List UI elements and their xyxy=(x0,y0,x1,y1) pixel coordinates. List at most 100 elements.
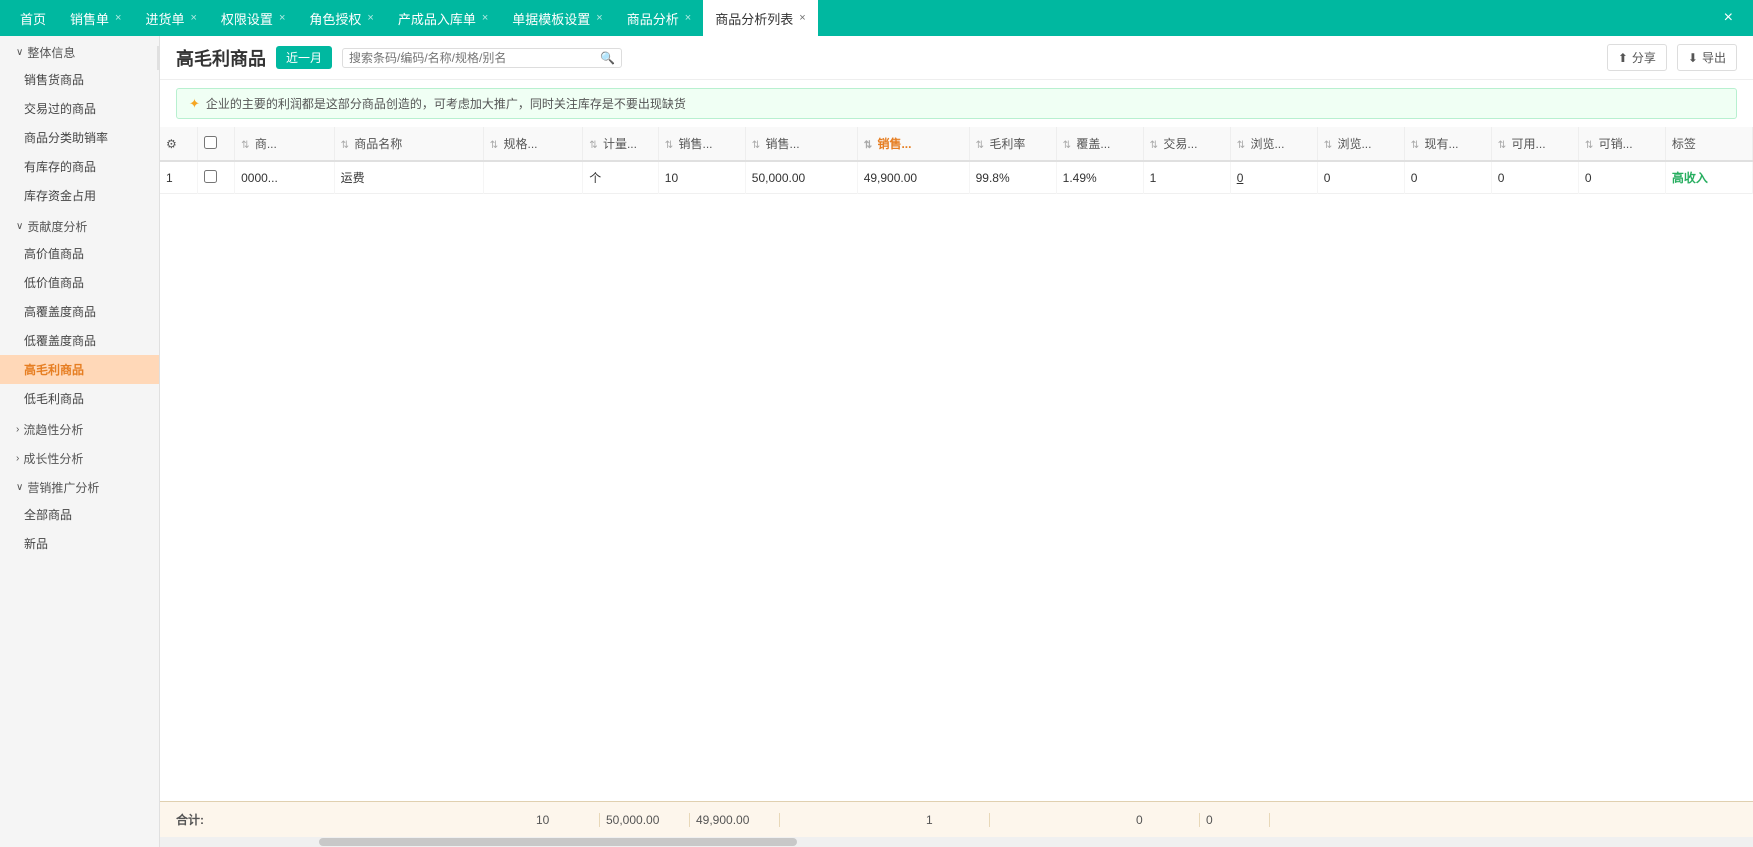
footer-cell-11: 0 xyxy=(1130,813,1200,827)
sidebar-item-high-coverage[interactable]: 高覆盖度商品 xyxy=(0,297,159,326)
sidebar-item-new-goods[interactable]: 新品 xyxy=(0,529,159,558)
main-layout: « ∨ 整体信息 销售货商品 交易过的商品 商品分类助销率 有库存的商品 库存资… xyxy=(0,36,1753,847)
nav-sales-close[interactable]: × xyxy=(115,12,121,24)
sidebar-item-low-value[interactable]: 低价值商品 xyxy=(0,268,159,297)
row-sales2: 50,000.00 xyxy=(745,161,857,194)
col-name[interactable]: ⇅ 商品名称 xyxy=(334,127,483,161)
sidebar-item-all-goods[interactable]: 全部商品 xyxy=(0,500,159,529)
data-table: ⚙ ⇅ 商... ⇅ 商品名称 xyxy=(160,127,1753,194)
sidebar-item-traded-goods[interactable]: 交易过的商品 xyxy=(0,94,159,123)
sidebar-group-marketing-arrow: ∨ xyxy=(16,482,23,493)
row-sales3: 49,900.00 xyxy=(857,161,969,194)
row-coverage: 1.49% xyxy=(1056,161,1143,194)
col-browse2[interactable]: ⇅ 浏览... xyxy=(1317,127,1404,161)
sidebar-group-marketing[interactable]: ∨ 营销推广分析 xyxy=(0,471,159,500)
row-browse1[interactable]: 0 xyxy=(1230,161,1317,194)
page-title: 高毛利商品 xyxy=(176,45,266,71)
nav-roles-close[interactable]: × xyxy=(367,12,373,24)
nav-purchase-close[interactable]: × xyxy=(190,12,196,24)
nav-template-settings-close[interactable]: × xyxy=(596,12,602,24)
window-close-button[interactable]: × xyxy=(1712,9,1745,27)
sidebar-group-trend-arrow: › xyxy=(16,424,19,435)
export-icon: ⬇ xyxy=(1688,51,1698,65)
footer-cell-3: 10 xyxy=(530,813,600,827)
col-transactions[interactable]: ⇅ 交易... xyxy=(1143,127,1230,161)
sidebar-item-category-sales-rate[interactable]: 商品分类助销率 xyxy=(0,123,159,152)
sidebar-item-high-value[interactable]: 高价值商品 xyxy=(0,239,159,268)
col-browse1[interactable]: ⇅ 浏览... xyxy=(1230,127,1317,161)
row-code[interactable]: 0000... xyxy=(235,161,334,194)
col-available[interactable]: ⇅ 可用... xyxy=(1491,127,1578,161)
export-button[interactable]: ⬇ 导出 xyxy=(1677,44,1737,71)
sidebar-item-low-margin[interactable]: 低毛利商品 xyxy=(0,384,159,413)
search-icon[interactable]: 🔍 xyxy=(600,51,615,65)
col-unit[interactable]: ⇅ 计量... xyxy=(583,127,659,161)
scrollbar-thumb[interactable] xyxy=(319,838,797,846)
row-transactions: 1 xyxy=(1143,161,1230,194)
col-spec[interactable]: ⇅ 规格... xyxy=(483,127,582,161)
content-area: 高毛利商品 近一月 🔍 ⬆ 分享 ⬇ 导出 ✦ 企业的主要的利润都是这部分商品创… xyxy=(160,36,1753,847)
row-name: 运费 xyxy=(334,161,483,194)
search-input[interactable] xyxy=(349,51,596,65)
row-available: 0 xyxy=(1491,161,1578,194)
nav-product-analysis-close[interactable]: × xyxy=(685,12,691,24)
col-sales2[interactable]: ⇅ 销售... xyxy=(745,127,857,161)
tip-bar: ✦ 企业的主要的利润都是这部分商品创造的，可考虑加大推广，同时关注库存是不要出现… xyxy=(176,88,1737,119)
top-navigation: 首页 销售单 × 进货单 × 权限设置 × 角色授权 × 产成品入库单 × 单据… xyxy=(0,0,1753,36)
sidebar-group-growth-arrow: › xyxy=(16,453,19,464)
col-code[interactable]: ⇅ 商... xyxy=(235,127,334,161)
nav-finished-goods[interactable]: 产成品入库单 × xyxy=(386,0,500,36)
sidebar-item-low-coverage[interactable]: 低覆盖度商品 xyxy=(0,326,159,355)
select-all-checkbox[interactable] xyxy=(204,136,217,149)
col-settings[interactable]: ⚙ xyxy=(160,127,197,161)
tip-text: 企业的主要的利润都是这部分商品创造的，可考虑加大推广，同时关注库存是不要出现缺货 xyxy=(206,95,686,112)
row-select-checkbox[interactable] xyxy=(204,170,217,183)
col-coverage[interactable]: ⇅ 覆盖... xyxy=(1056,127,1143,161)
sidebar-group-growth[interactable]: › 成长性分析 xyxy=(0,442,159,471)
nav-permissions[interactable]: 权限设置 × xyxy=(209,0,297,36)
nav-template-settings[interactable]: 单据模板设置 × xyxy=(500,0,614,36)
sidebar-collapse-button[interactable]: « xyxy=(157,46,160,70)
sidebar: « ∨ 整体信息 销售货商品 交易过的商品 商品分类助销率 有库存的商品 库存资… xyxy=(0,36,160,847)
col-sellable[interactable]: ⇅ 可销... xyxy=(1578,127,1665,161)
date-filter-button[interactable]: 近一月 xyxy=(276,46,332,69)
col-sales3[interactable]: ⇅ 销售... xyxy=(857,127,969,161)
row-gross-rate: 99.8% xyxy=(969,161,1056,194)
search-box: 🔍 xyxy=(342,48,622,68)
sidebar-item-sales-goods[interactable]: 销售货商品 xyxy=(0,65,159,94)
horizontal-scrollbar[interactable] xyxy=(160,837,1753,847)
col-tag[interactable]: 标签 xyxy=(1665,127,1752,161)
col-checkbox[interactable] xyxy=(197,127,234,161)
row-tag: 高收入 xyxy=(1665,161,1752,194)
col-current[interactable]: ⇅ 现有... xyxy=(1404,127,1491,161)
footer-cells: 10 50,000.00 49,900.00 1 0 0 xyxy=(220,813,1737,827)
nav-purchase[interactable]: 进货单 × xyxy=(133,0,208,36)
sidebar-group-trend[interactable]: › 流趋性分析 xyxy=(0,413,159,442)
nav-product-analysis[interactable]: 商品分析 × xyxy=(615,0,703,36)
table-row: 1 0000... 运费 个 10 50,000.00 49,900.00 99… xyxy=(160,161,1753,194)
table-header-row: ⚙ ⇅ 商... ⇅ 商品名称 xyxy=(160,127,1753,161)
row-sales1: 10 xyxy=(658,161,745,194)
sidebar-group-overall-arrow: ∨ xyxy=(16,47,23,58)
share-icon: ⬆ xyxy=(1618,51,1628,65)
nav-finished-goods-close[interactable]: × xyxy=(482,12,488,24)
sidebar-item-in-stock-goods[interactable]: 有库存的商品 xyxy=(0,152,159,181)
share-button[interactable]: ⬆ 分享 xyxy=(1607,44,1667,71)
sidebar-group-contribution[interactable]: ∨ 贡献度分析 xyxy=(0,210,159,239)
sidebar-item-inventory-capital[interactable]: 库存资金占用 xyxy=(0,181,159,210)
table-container[interactable]: ⚙ ⇅ 商... ⇅ 商品名称 xyxy=(160,127,1753,801)
sidebar-item-high-margin[interactable]: 高毛利商品 xyxy=(0,355,159,384)
row-current: 0 xyxy=(1404,161,1491,194)
content-header: 高毛利商品 近一月 🔍 ⬆ 分享 ⬇ 导出 xyxy=(160,36,1753,80)
sidebar-group-overall[interactable]: ∨ 整体信息 xyxy=(0,36,159,65)
row-checkbox[interactable] xyxy=(197,161,234,194)
nav-product-analysis-list[interactable]: 商品分析列表 × xyxy=(703,0,817,36)
nav-sales[interactable]: 销售单 × xyxy=(58,0,133,36)
sidebar-group-contribution-arrow: ∨ xyxy=(16,221,23,232)
col-sales1[interactable]: ⇅ 销售... xyxy=(658,127,745,161)
nav-product-analysis-list-close[interactable]: × xyxy=(799,12,805,24)
nav-home[interactable]: 首页 xyxy=(8,0,58,36)
col-gross-rate[interactable]: ⇅ 毛利率 xyxy=(969,127,1056,161)
nav-permissions-close[interactable]: × xyxy=(279,12,285,24)
nav-roles[interactable]: 角色授权 × xyxy=(297,0,385,36)
